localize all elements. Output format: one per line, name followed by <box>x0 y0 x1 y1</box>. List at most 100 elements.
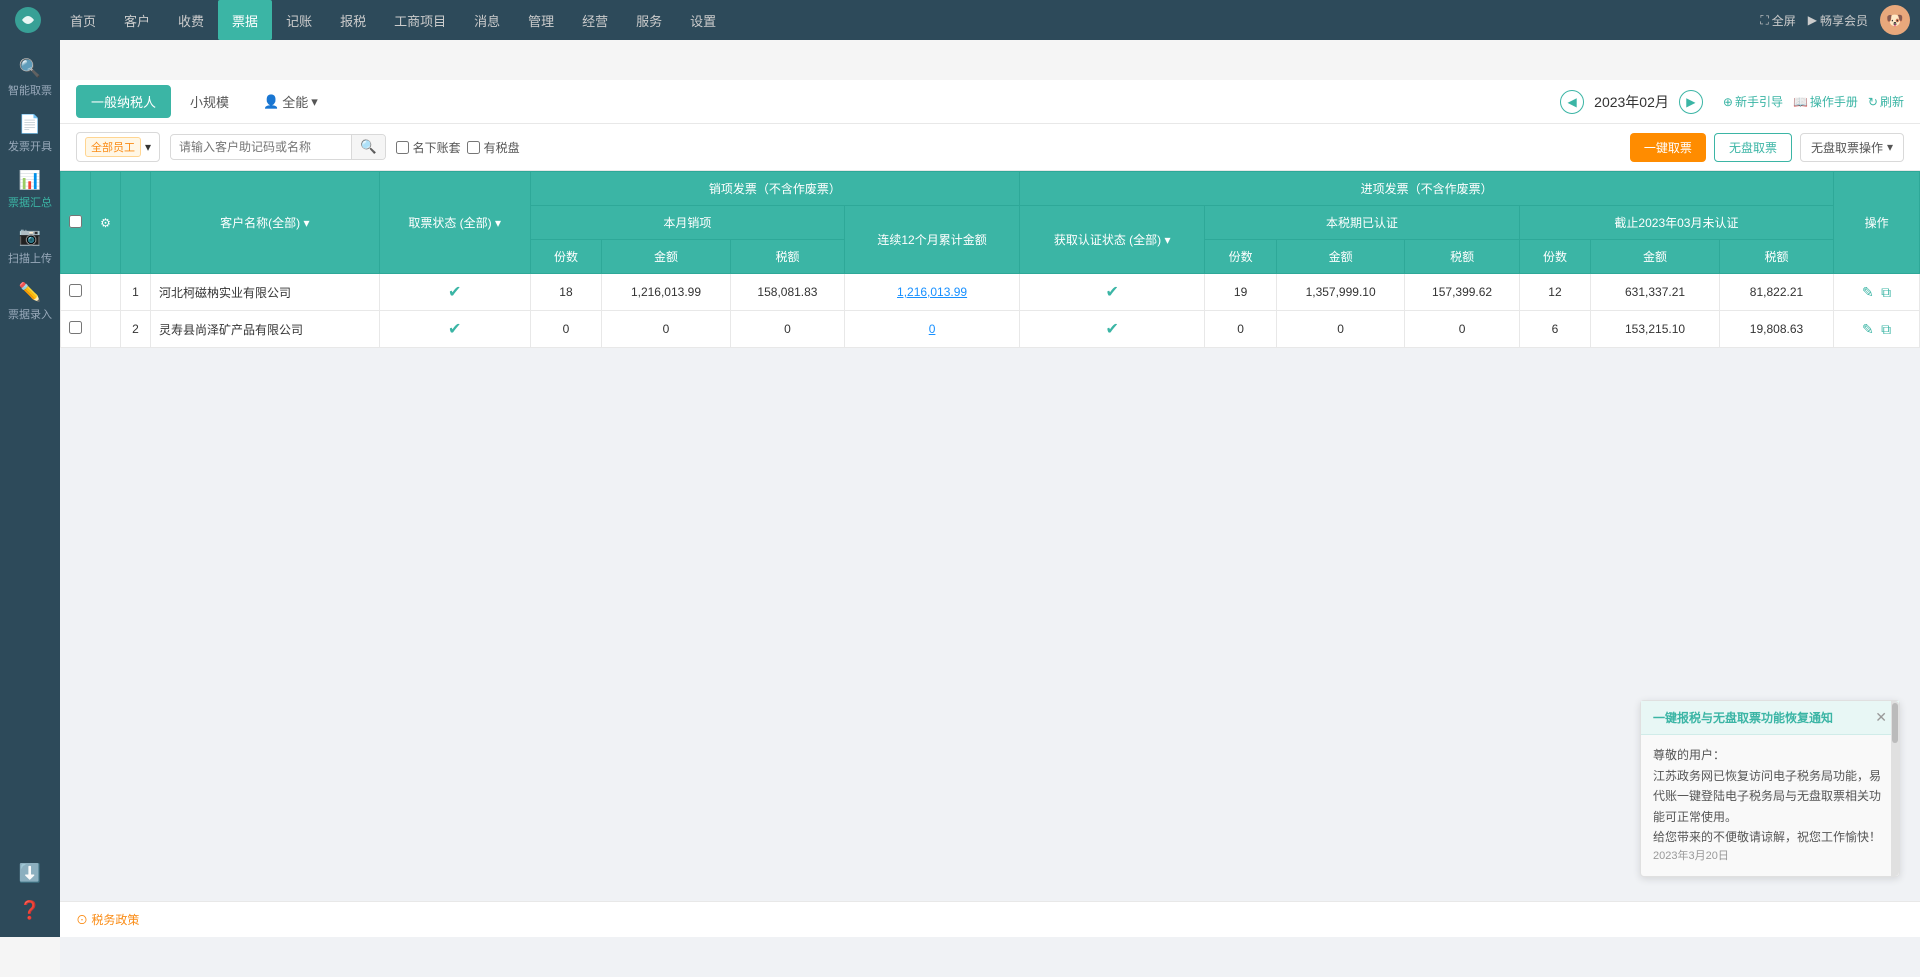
nav-settings[interactable]: 设置 <box>676 0 730 40</box>
notification-scrollbar-thumb <box>1892 703 1898 743</box>
tab-all[interactable]: 👤 全能 ▾ <box>248 85 333 118</box>
filter-checkboxes: 名下账套 有税盘 <box>396 139 520 156</box>
tab-small-scale[interactable]: 小规模 <box>175 85 244 118</box>
row2-copy-icon[interactable]: ⧉ <box>1881 321 1891 337</box>
filter-bar: 全部员工 ▾ 🔍 名下账套 有税盘 一键取票 无盘取票 无盘取票操作 ▾ <box>60 124 1920 171</box>
notification-body: 尊敬的用户： 江苏政务网已恢复访问电子税务局功能，易代账一键登陆电子税务局与无盘… <box>1641 735 1899 876</box>
fullscreen-btn[interactable]: ⛶ 全屏 <box>1760 12 1795 29</box>
no-disk-operation-btn[interactable]: 无盘取票操作 ▾ <box>1800 133 1904 162</box>
sidebar-item-scan-upload[interactable]: 📷 扫描上传 <box>0 218 60 274</box>
row1-rec-tax: 157,399.62 <box>1405 274 1519 311</box>
tax-disk-checkbox[interactable]: 有税盘 <box>467 139 520 156</box>
member-btn[interactable]: ▶ 畅享会员 <box>1808 12 1868 29</box>
row1-client: 河北柯磁枘实业有限公司 <box>151 274 380 311</box>
period-next-btn[interactable]: ▶ <box>1679 90 1703 114</box>
nav-tax[interactable]: 报税 <box>326 0 380 40</box>
search-button[interactable]: 🔍 <box>351 135 385 159</box>
row2-checkbox[interactable] <box>61 311 91 348</box>
sidebar-download[interactable]: ⬇️ <box>19 857 41 890</box>
row1-sales-tax: 158,081.83 <box>730 274 844 311</box>
sidebar-item-smart-ticket[interactable]: 🔍 智能取票 <box>0 50 60 106</box>
new-guide-btn[interactable]: ⊕ 新手引导 <box>1723 93 1783 110</box>
row1-unrec-amount: 631,337.21 <box>1591 274 1720 311</box>
account-checkbox-input[interactable] <box>396 141 409 154</box>
nav-service[interactable]: 服务 <box>622 0 676 40</box>
manual-icon: 📖 <box>1793 95 1808 109</box>
notification-scrollbar[interactable] <box>1891 701 1899 876</box>
row2-sales-count: 0 <box>530 311 601 348</box>
tab-bar: 一般纳税人 小规模 👤 全能 ▾ ◀ 2023年02月 ▶ ⊕ 新手引导 📖 操… <box>60 80 1920 124</box>
search-box: 🔍 <box>170 134 386 160</box>
row1-checkbox[interactable] <box>61 274 91 311</box>
th-status[interactable]: 取票状态 (全部) ▾ <box>379 172 530 274</box>
th-unrec-tax: 税额 <box>1719 240 1833 274</box>
sidebar-item-ticket-summary[interactable]: 📊 票据汇总 <box>0 162 60 218</box>
nav-home[interactable]: 首页 <box>56 0 110 40</box>
row2-rec-status: ✔ <box>1020 311 1205 348</box>
row2-unrec-tax: 19,808.63 <box>1719 311 1833 348</box>
row1-sales-amount: 1,216,013.99 <box>602 274 731 311</box>
nav-fee[interactable]: 收费 <box>164 0 218 40</box>
row2-unrec-count: 6 <box>1519 311 1590 348</box>
one-click-ticket-btn[interactable]: 一键取票 <box>1630 133 1706 162</box>
row1-operation: ✎ ⧉ <box>1834 274 1920 311</box>
th-rec-count: 份数 <box>1205 240 1276 274</box>
row1-edit-icon[interactable]: ✎ <box>1862 284 1874 300</box>
th-rec-tax: 税额 <box>1405 240 1519 274</box>
bottom-bar: ⊙ 税务政策 <box>60 901 1920 937</box>
th-client[interactable]: 客户名称(全部) ▾ <box>151 172 380 274</box>
nav-manage[interactable]: 管理 <box>514 0 568 40</box>
nav-accounting[interactable]: 记账 <box>272 0 326 40</box>
row1-sales-cumulative[interactable]: 1,216,013.99 <box>845 274 1020 311</box>
row1-unrec-tax: 81,822.21 <box>1719 274 1833 311</box>
row2-sales-cumulative[interactable]: 0 <box>845 311 1020 348</box>
account-checkbox[interactable]: 名下账套 <box>396 139 461 156</box>
nav-operation[interactable]: 经营 <box>568 0 622 40</box>
row1-status-icon: ✔ <box>448 284 461 301</box>
notification-close-btn[interactable]: ✕ <box>1875 709 1887 726</box>
row2-unrec-amount: 153,215.10 <box>1591 311 1720 348</box>
row1-num: 1 <box>121 274 151 311</box>
th-sales-tax: 税额 <box>730 240 844 274</box>
row2-edit-icon[interactable]: ✎ <box>1862 321 1874 337</box>
period-prev-btn[interactable]: ◀ <box>1560 90 1584 114</box>
sidebar-item-ticket-entry[interactable]: ✏️ 票据录入 <box>0 274 60 330</box>
th-purchase-group: 进项发票（不含作废票） <box>1020 172 1834 206</box>
tax-policy-link[interactable]: ⊙ 税务政策 <box>76 911 139 928</box>
manual-btn[interactable]: 📖 操作手册 <box>1793 93 1858 110</box>
all-tab-icon: 👤 <box>263 94 279 110</box>
sidebar-item-invoice-open[interactable]: 📄 发票开具 <box>0 106 60 162</box>
nav-business[interactable]: 工商项目 <box>380 0 460 40</box>
th-purchase-recognized: 本税期已认证 <box>1205 206 1519 240</box>
row1-copy-icon[interactable]: ⧉ <box>1881 284 1891 300</box>
tab-general-taxpayer[interactable]: 一般纳税人 <box>76 85 171 118</box>
row2-rec-status-icon: ✔ <box>1105 321 1118 338</box>
nav-message[interactable]: 消息 <box>460 0 514 40</box>
row2-rec-amount: 0 <box>1276 311 1405 348</box>
avatar[interactable]: 🐶 <box>1880 5 1910 35</box>
nav-ticket[interactable]: 票据 <box>218 0 272 40</box>
notification-header: 一键报税与无盘取票功能恢复通知 ✕ <box>1641 701 1899 735</box>
refresh-icon: ↻ <box>1868 95 1878 109</box>
sidebar-bottom: ⬇️ ❓ <box>19 857 41 937</box>
employee-filter[interactable]: 全部员工 ▾ <box>76 132 160 162</box>
row1-sales-count: 18 <box>530 274 601 311</box>
row1-checkbox-input[interactable] <box>69 284 82 297</box>
table-container: ⚙ 客户名称(全部) ▾ 取票状态 (全部) ▾ 销项发票（不含作废票） 进项发… <box>60 171 1920 348</box>
logo[interactable] <box>10 2 46 38</box>
top-nav-right: ⛶ 全屏 ▶ 畅享会员 🐶 <box>1760 5 1910 35</box>
th-sales-cumulative: 连续12个月累计金额 <box>845 206 1020 274</box>
th-rec-status[interactable]: 获取认证状态 (全部) ▾ <box>1020 206 1205 274</box>
refresh-btn[interactable]: ↻ 刷新 <box>1868 93 1904 110</box>
no-disk-ticket-btn[interactable]: 无盘取票 <box>1714 133 1792 162</box>
select-all-checkbox[interactable] <box>69 215 82 228</box>
filter-right-buttons: 一键取票 无盘取票 无盘取票操作 ▾ <box>1630 133 1904 162</box>
sidebar-help[interactable]: ❓ <box>19 894 41 927</box>
row2-settings <box>91 311 121 348</box>
row2-checkbox-input[interactable] <box>69 321 82 334</box>
tax-disk-checkbox-input[interactable] <box>467 141 480 154</box>
search-input[interactable] <box>171 136 351 158</box>
nav-client[interactable]: 客户 <box>110 0 164 40</box>
notification-line1: 尊敬的用户： <box>1653 745 1887 765</box>
row2-status: ✔ <box>379 311 530 348</box>
